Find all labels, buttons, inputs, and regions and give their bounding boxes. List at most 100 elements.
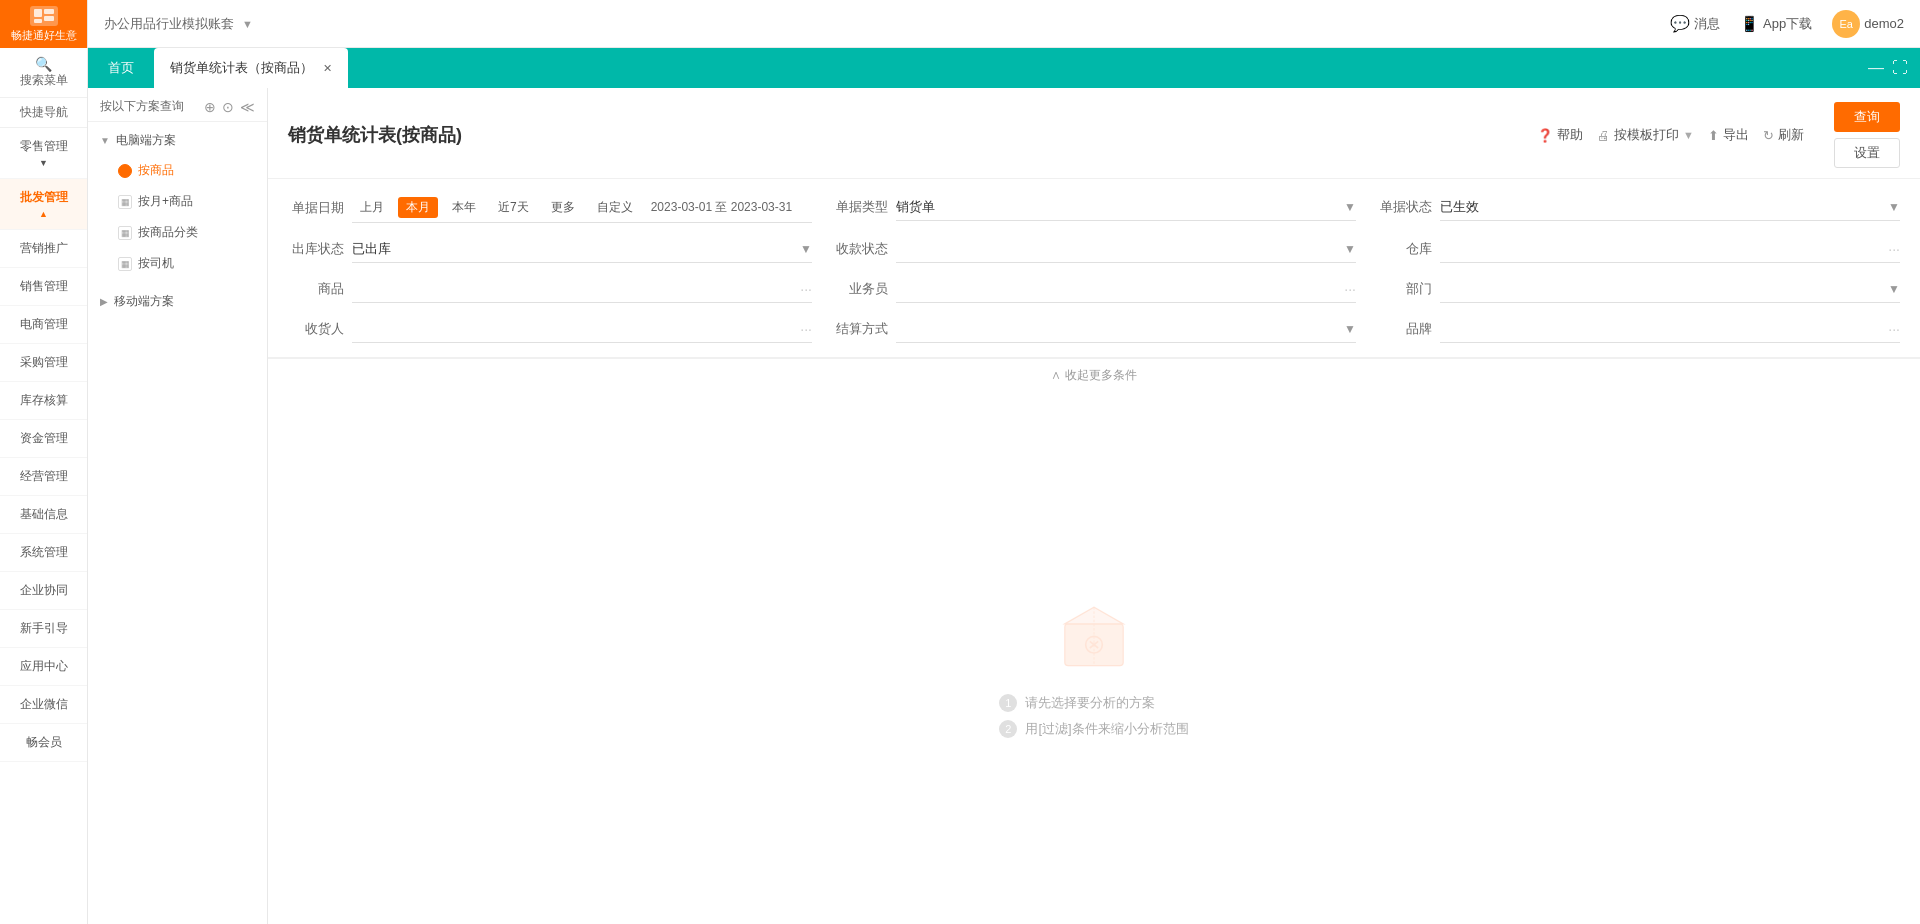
payment-status-control[interactable]: ▼ <box>896 235 1356 263</box>
sidebar-item-wholesale[interactable]: 批发管理 ▲ <box>0 179 87 230</box>
sidebar-item-retail[interactable]: 零售管理 ▼ <box>0 128 87 179</box>
scheme-group-mobile-header[interactable]: ▶ 移动端方案 <box>88 287 267 316</box>
sidebar-item-ecommerce-label: 电商管理 <box>20 316 68 333</box>
doc-type-control[interactable]: 销货单 ▼ <box>896 193 1356 221</box>
receiver-more-icon[interactable]: ··· <box>800 321 812 337</box>
svg-rect-0 <box>34 9 42 17</box>
department-control[interactable]: ▼ <box>1440 275 1900 303</box>
date-option-prev-month[interactable]: 上月 <box>352 197 392 218</box>
outbound-status-control[interactable]: 已出库 ▼ <box>352 235 812 263</box>
filter-doc-type: 单据类型 销货单 ▼ <box>832 193 1356 221</box>
sidebar-item-wechat[interactable]: 企业微信 <box>0 686 87 724</box>
tip-text-1: 请先选择要分析的方案 <box>1025 694 1155 712</box>
app-download-button[interactable]: 📱 App下载 <box>1740 15 1812 33</box>
sidebar-item-enterprise[interactable]: 企业协同 <box>0 572 87 610</box>
scheme-panel-header: 按以下方案查询 ⊕ ⊙ ≪ <box>88 88 267 122</box>
scheme-group-desktop: ▼ 电脑端方案 按商品 ▦ 按月+商品 ▦ 按商品分类 ▦ <box>88 122 267 283</box>
scheme-group-desktop-header[interactable]: ▼ 电脑端方案 <box>88 126 267 155</box>
sidebar-item-operation[interactable]: 经营管理 <box>0 458 87 496</box>
date-control: 上月 本月 本年 近7天 更多 自定义 2023-03-01 至 2023-03… <box>352 193 812 223</box>
brand-control[interactable]: ··· <box>1440 315 1900 343</box>
sidebar-item-member[interactable]: 畅会员 <box>0 724 87 762</box>
sidebar-item-inventory[interactable]: 库存核算 <box>0 382 87 420</box>
empty-tip-2: 2 用[过滤]条件来缩小分析范围 <box>999 720 1188 738</box>
user-menu[interactable]: Ea demo2 <box>1832 10 1904 38</box>
tab-maximize-icon[interactable]: ⛶ <box>1892 59 1908 77</box>
outbound-status-label: 出库状态 <box>288 240 344 258</box>
doc-status-dropdown-icon[interactable]: ▼ <box>1888 200 1900 214</box>
brand-more-icon[interactable]: ··· <box>1888 321 1900 337</box>
sidebar-item-purchase[interactable]: 采购管理 <box>0 344 87 382</box>
sidebar-item-marketing-label: 营销推广 <box>20 240 68 257</box>
sidebar: 畅捷通好生意 🔍 搜索菜单 快捷导航 零售管理 ▼ 批发管理 ▲ 营销推广 销售… <box>0 0 88 924</box>
date-option-custom[interactable]: 自定义 <box>589 197 641 218</box>
help-button[interactable]: ❓ 帮助 <box>1537 126 1583 144</box>
sidebar-item-marketing[interactable]: 营销推广 <box>0 230 87 268</box>
messages-button[interactable]: 💬 消息 <box>1670 14 1720 33</box>
scheme-item-by-clerk[interactable]: ▦ 按司机 <box>88 248 267 279</box>
chevron-right-icon: ▶ <box>100 296 108 307</box>
add-scheme-icon[interactable]: ⊕ <box>204 99 216 115</box>
outbound-dropdown-icon[interactable]: ▼ <box>800 242 812 256</box>
warehouse-control[interactable]: ··· <box>1440 235 1900 263</box>
product-more-icon[interactable]: ··· <box>800 281 812 297</box>
filter-product: 商品 ··· <box>288 275 812 303</box>
salesperson-more-icon[interactable]: ··· <box>1344 281 1356 297</box>
scheme-group-mobile: ▶ 移动端方案 <box>88 283 267 320</box>
tab-minimize-icon[interactable]: — <box>1868 59 1884 77</box>
scheme-item-by-product[interactable]: 按商品 <box>88 155 267 186</box>
download-icon: 📱 <box>1740 15 1759 33</box>
payment-dropdown-icon[interactable]: ▼ <box>1344 242 1356 256</box>
sidebar-item-basic[interactable]: 基础信息 <box>0 496 87 534</box>
date-option-this-month[interactable]: 本月 <box>398 197 438 218</box>
date-option-more[interactable]: 更多 <box>543 197 583 218</box>
query-button[interactable]: 查询 <box>1834 102 1900 132</box>
search-menu[interactable]: 🔍 搜索菜单 <box>0 48 87 98</box>
scheme-grid2-icon: ▦ <box>118 226 132 240</box>
tab-close-icon[interactable]: ✕ <box>323 62 332 75</box>
sidebar-item-sales[interactable]: 销售管理 <box>0 268 87 306</box>
workspace-selector[interactable]: 办公用品行业模拟账套 ▼ <box>104 15 253 33</box>
doc-status-control[interactable]: 已生效 ▼ <box>1440 193 1900 221</box>
sidebar-item-newbie[interactable]: 新手引导 <box>0 610 87 648</box>
settings-scheme-icon[interactable]: ⊙ <box>222 99 234 115</box>
date-option-this-year[interactable]: 本年 <box>444 197 484 218</box>
settlement-label: 结算方式 <box>832 320 888 338</box>
collapse-label: ∧ 收起更多条件 <box>1051 368 1136 382</box>
sidebar-item-appcenter[interactable]: 应用中心 <box>0 648 87 686</box>
date-label: 单据日期 <box>288 199 344 217</box>
product-control[interactable]: ··· <box>352 275 812 303</box>
sidebar-item-finance[interactable]: 资金管理 <box>0 420 87 458</box>
tab-bar: 首页 销货单统计表（按商品） ✕ — ⛶ <box>88 48 1920 88</box>
tab-sales-stats[interactable]: 销货单统计表（按商品） ✕ <box>154 48 348 88</box>
scheme-item-by-month-product[interactable]: ▦ 按月+商品 <box>88 186 267 217</box>
export-button[interactable]: ⬆ 导出 <box>1708 126 1749 144</box>
collapse-scheme-icon[interactable]: ≪ <box>240 99 255 115</box>
warehouse-more-icon[interactable]: ··· <box>1888 241 1900 257</box>
date-option-7days[interactable]: 近7天 <box>490 197 537 218</box>
svg-rect-1 <box>44 9 54 14</box>
filter-row-3: 商品 ··· 业务员 ··· <box>288 275 1900 303</box>
settlement-control[interactable]: ▼ <box>896 315 1356 343</box>
sidebar-item-appcenter-label: 应用中心 <box>20 658 68 675</box>
tab-home[interactable]: 首页 <box>88 48 154 88</box>
user-name: demo2 <box>1864 16 1904 31</box>
filter-department: 部门 ▼ <box>1376 275 1900 303</box>
doc-type-dropdown-icon[interactable]: ▼ <box>1344 200 1356 214</box>
salesperson-control[interactable]: ··· <box>896 275 1356 303</box>
shortcut-nav[interactable]: 快捷导航 <box>0 98 87 128</box>
sidebar-item-system[interactable]: 系统管理 <box>0 534 87 572</box>
collapse-bar[interactable]: ∧ 收起更多条件 <box>268 358 1920 392</box>
department-dropdown-icon[interactable]: ▼ <box>1888 282 1900 296</box>
sidebar-item-ecommerce[interactable]: 电商管理 <box>0 306 87 344</box>
template-print-button[interactable]: 🖨 按模板打印 ▼ <box>1597 126 1694 144</box>
workspace-dropdown-icon: ▼ <box>242 18 253 30</box>
refresh-button[interactable]: ↻ 刷新 <box>1763 126 1804 144</box>
scheme-item-by-category[interactable]: ▦ 按商品分类 <box>88 217 267 248</box>
settings-button[interactable]: 设置 <box>1834 138 1900 168</box>
warehouse-label: 仓库 <box>1376 240 1432 258</box>
receiver-control[interactable]: ··· <box>352 315 812 343</box>
sidebar-item-inventory-label: 库存核算 <box>20 392 68 409</box>
top-header: 办公用品行业模拟账套 ▼ 💬 消息 📱 App下载 Ea demo2 <box>88 0 1920 48</box>
settlement-dropdown-icon[interactable]: ▼ <box>1344 322 1356 336</box>
